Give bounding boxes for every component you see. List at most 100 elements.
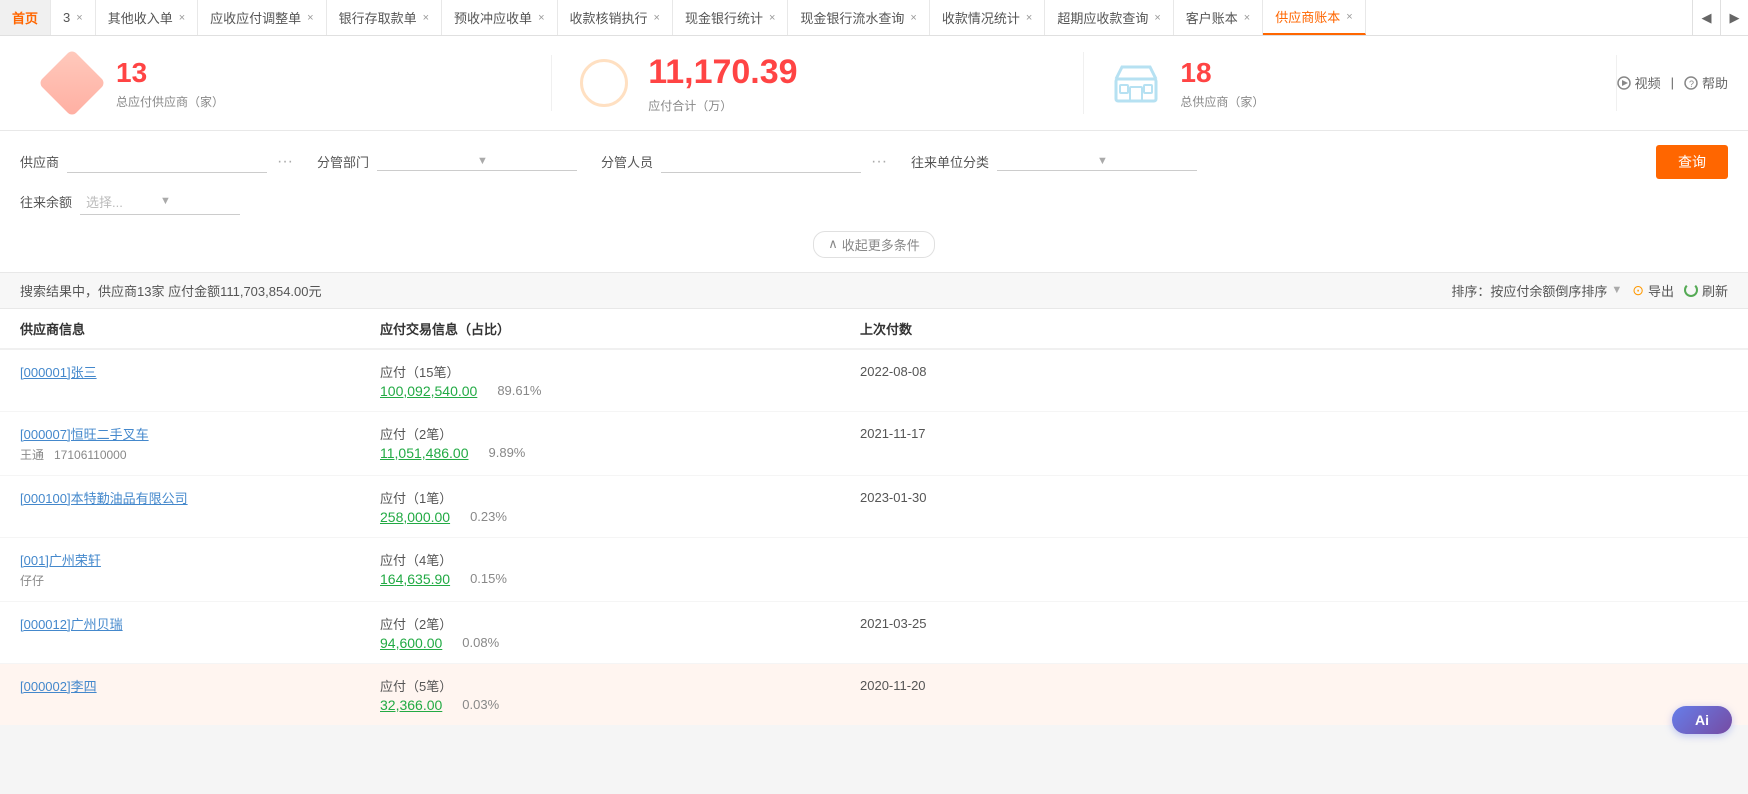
export-icon: ⊙ (1632, 282, 1644, 299)
supplier-link-row6[interactable]: [000002]李四 (20, 676, 380, 695)
link-divider: | (1671, 75, 1674, 90)
total-suppliers-value: 18 (1180, 56, 1264, 90)
supplier-cell-row4: [001]广州荣轩 仔仔 (20, 550, 380, 589)
dept-select[interactable]: ▼ (377, 152, 577, 171)
cash-bank-stat-close[interactable]: × (769, 12, 775, 24)
cash-bank-flow-label: 现金银行流水查询 (800, 8, 904, 27)
shop-icon (1108, 55, 1164, 111)
overdue-ar-close[interactable]: × (1154, 12, 1160, 24)
nav-tab-receipt-stat[interactable]: 收款情况统计 × (930, 0, 1045, 35)
supplier-filter-label: 供应商 (20, 152, 59, 171)
transaction-amount-row3[interactable]: 258,000.00 (380, 509, 450, 525)
supplier-link-row2[interactable]: [000007]恒旺二手叉车 (20, 424, 380, 443)
transaction-cell-row5: 应付（2笔） 94,600.00 0.08% (380, 614, 860, 651)
payable-suppliers-value: 13 (116, 56, 224, 90)
transaction-amount-row6[interactable]: 32,366.00 (380, 697, 442, 713)
nav-tab-home[interactable]: 首页 (0, 0, 51, 35)
person-input[interactable] (661, 151, 861, 173)
nav-tab-3[interactable]: 3 × (51, 0, 96, 35)
video-link[interactable]: 视频 (1617, 73, 1661, 92)
person-filter-label: 分管人员 (601, 152, 653, 171)
nav-tab-cash-bank-stat[interactable]: 现金银行统计 × (673, 0, 788, 35)
filter-row-1: 供应商 ··· 分管部门 ▼ 分管人员 ··· 往来单位分类 ▼ 查询 (20, 145, 1728, 179)
nav-tab-supplier-book[interactable]: 供应商账本 × (1263, 0, 1365, 35)
supplier-cell-row5: [000012]广州贝瑞 (20, 614, 380, 633)
balance-select-value: 选择... (86, 192, 160, 211)
transaction-pct-row2: 9.89% (489, 445, 526, 460)
transaction-pct-row6: 0.03% (462, 697, 499, 712)
transaction-row2: 11,051,486.00 9.89% (380, 445, 860, 461)
supplier-book-close[interactable]: × (1346, 11, 1352, 23)
nav-tab-prepay-charge[interactable]: 预收冲应收单 × (442, 0, 557, 35)
overdue-ar-label: 超期应收款查询 (1057, 8, 1148, 27)
nav-tab-receipt-verify[interactable]: 收款核销执行 × (558, 0, 673, 35)
transaction-amount-row2[interactable]: 11,051,486.00 (380, 445, 469, 461)
nav-arrow-right[interactable]: ▶ (1720, 0, 1748, 36)
dept-filter: 分管部门 ▼ (317, 152, 577, 171)
export-label: 导出 (1648, 281, 1674, 300)
cash-bank-stat-label: 现金银行统计 (685, 8, 763, 27)
summary-bar: 13 总应付供应商（家） 11,170.39 应付合计（万） 18 总供应商（家… (0, 36, 1748, 131)
nav-tab-cash-bank-flow[interactable]: 现金银行流水查询 × (788, 0, 929, 35)
transaction-cell-row3: 应付（1笔） 258,000.00 0.23% (380, 488, 860, 525)
export-button[interactable]: ⊙ 导出 (1632, 281, 1674, 300)
refresh-button[interactable]: 刷新 (1684, 281, 1728, 300)
transaction-info-row5: 应付（2笔） 94,600.00 0.08% (380, 614, 860, 651)
nav-tab-other-income[interactable]: 其他收入单 × (96, 0, 198, 35)
results-bar: 搜索结果中，供应商13家 应付金额111,703,854.00元 排序：按应付余… (0, 273, 1748, 309)
receipt-verify-close[interactable]: × (654, 12, 660, 24)
balance-select[interactable]: 选择... ▼ (80, 189, 240, 215)
transaction-amount-row4[interactable]: 164,635.90 (380, 571, 450, 587)
transaction-info-row1: 应付（15笔） 100,092,540.00 89.61% (380, 362, 860, 399)
nav-arrow-left[interactable]: ◀ (1692, 0, 1720, 36)
cash-bank-flow-close[interactable]: × (910, 12, 916, 24)
receipt-stat-close[interactable]: × (1026, 12, 1032, 24)
nav-tab-bank-deposit[interactable]: 银行存取款单 × (327, 0, 442, 35)
transaction-label-row4: 应付（4笔） (380, 550, 860, 569)
query-button[interactable]: 查询 (1656, 145, 1728, 179)
transaction-cell-row4: 应付（4笔） 164,635.90 0.15% (380, 550, 860, 587)
prepay-charge-close[interactable]: × (538, 12, 544, 24)
col-header-supplier: 供应商信息 (20, 319, 380, 338)
top-right-links: 视频 | ? 帮助 (1617, 73, 1728, 92)
supplier-cell-row1: [000001]张三 (20, 362, 380, 381)
transaction-amount-row1[interactable]: 100,092,540.00 (380, 383, 477, 399)
bank-deposit-close[interactable]: × (423, 12, 429, 24)
payable-total-label: 应付合计（万） (648, 97, 797, 114)
customer-book-label: 客户账本 (1186, 8, 1238, 27)
tab3-close[interactable]: × (76, 12, 82, 24)
table-row: [000012]广州贝瑞 应付（2笔） 94,600.00 0.08% 2021… (0, 602, 1748, 664)
lastpay-cell-row2: 2021-11-17 (860, 424, 1728, 441)
home-tab-label: 首页 (12, 8, 38, 27)
customer-book-close[interactable]: × (1244, 12, 1250, 24)
ai-float-button[interactable]: Ai (1672, 706, 1732, 734)
sort-selector[interactable]: 排序：按应付余额倒序排序 ▼ (1451, 281, 1622, 300)
nav-tab-overdue-ar[interactable]: 超期应收款查询 × (1045, 0, 1173, 35)
help-link[interactable]: ? 帮助 (1684, 73, 1728, 92)
supplier-input[interactable] (67, 151, 267, 173)
supplier-link-row5[interactable]: [000012]广州贝瑞 (20, 614, 380, 633)
nav-tab-ar-ap-adjust[interactable]: 应收应付调整单 × (198, 0, 326, 35)
results-right-actions: 排序：按应付余额倒序排序 ▼ ⊙ 导出 刷新 (1451, 281, 1728, 300)
ar-ap-adjust-close[interactable]: × (307, 12, 313, 24)
nav-tab-customer-book[interactable]: 客户账本 × (1174, 0, 1263, 35)
transaction-cell-row2: 应付（2笔） 11,051,486.00 9.89% (380, 424, 860, 461)
supplier-link-row1[interactable]: [000001]张三 (20, 362, 380, 381)
supplier-link-row3[interactable]: [000100]本特勤油品有限公司 (20, 488, 380, 507)
other-income-close[interactable]: × (179, 12, 185, 24)
col-header-lastpay: 上次付数 (860, 319, 1728, 338)
table-row: [000001]张三 应付（15笔） 100,092,540.00 89.61%… (0, 350, 1748, 412)
payable-suppliers-info: 13 总应付供应商（家） (116, 56, 224, 111)
supplier-dots-btn[interactable]: ··· (277, 153, 293, 171)
supplier-link-row4[interactable]: [001]广州荣轩 (20, 550, 380, 569)
table-row: [001]广州荣轩 仔仔 应付（4笔） 164,635.90 0.15% (0, 538, 1748, 602)
collapse-button[interactable]: ∧ 收起更多条件 (813, 231, 935, 258)
transaction-info-row3: 应付（1笔） 258,000.00 0.23% (380, 488, 860, 525)
balance-filter: 往来余额 选择... ▼ (20, 189, 240, 215)
transaction-amount-row5[interactable]: 94,600.00 (380, 635, 442, 651)
results-summary-text: 搜索结果中，供应商13家 应付金额111,703,854.00元 (20, 281, 322, 300)
sort-dropdown-arrow: ▼ (1611, 284, 1622, 296)
category-select[interactable]: ▼ (997, 152, 1197, 171)
transaction-row3: 258,000.00 0.23% (380, 509, 860, 525)
person-dots-btn[interactable]: ··· (871, 153, 887, 171)
